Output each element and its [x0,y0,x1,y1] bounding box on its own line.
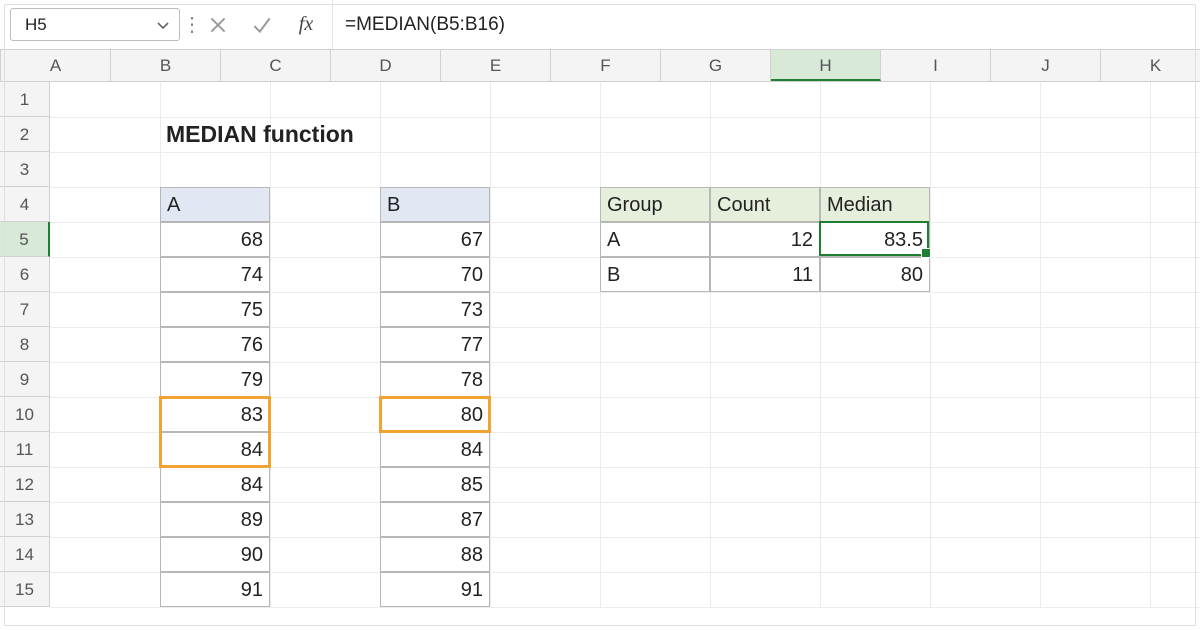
row-header[interactable]: 4 [0,187,50,222]
table-a-cell[interactable]: 84 [160,467,270,502]
table-a-cell[interactable]: 89 [160,502,270,537]
column-header-D[interactable]: D [331,50,441,81]
table-b-cell[interactable]: 88 [380,537,490,572]
table-b-cell[interactable]: 73 [380,292,490,327]
row-header[interactable]: 13 [0,502,50,537]
row-header[interactable]: 12 [0,467,50,502]
row-header[interactable]: 7 [0,292,50,327]
median-highlight [380,397,490,432]
column-headers: ABCDEFGHIJK [0,50,1200,82]
table-a-cell[interactable]: 91 [160,572,270,607]
column-header-H[interactable]: H [771,50,881,81]
row-header[interactable]: 5 [0,222,50,257]
cancel-formula-button[interactable] [196,0,240,49]
spreadsheet-grid: ABCDEFGHIJK 123456789101112131415 MEDIAN… [0,50,1200,630]
summary-group[interactable]: A [600,222,710,257]
name-box-value: H5 [25,15,47,35]
column-header-F[interactable]: F [551,50,661,81]
table-a-header[interactable]: A [160,187,270,222]
table-a-cell[interactable]: 76 [160,327,270,362]
table-a-cell[interactable]: 75 [160,292,270,327]
table-a-cell[interactable]: 79 [160,362,270,397]
table-b-cell[interactable]: 84 [380,432,490,467]
accept-formula-button[interactable] [240,0,284,49]
table-b-cell[interactable]: 78 [380,362,490,397]
row-header[interactable]: 9 [0,362,50,397]
formula-text: =MEDIAN(B5:B16) [345,14,505,36]
row-header[interactable]: 3 [0,152,50,187]
row-header[interactable]: 15 [0,572,50,607]
fx-icon: fx [299,13,313,36]
row-header[interactable]: 1 [0,82,50,117]
table-b-cell[interactable]: 77 [380,327,490,362]
row-header[interactable]: 14 [0,537,50,572]
summary-median[interactable]: 83.5 [820,222,930,257]
table-b-cell[interactable]: 91 [380,572,490,607]
row-headers: 123456789101112131415 [0,82,50,607]
row-header[interactable]: 2 [0,117,50,152]
row-header[interactable]: 11 [0,432,50,467]
row-header[interactable]: 8 [0,327,50,362]
column-header-G[interactable]: G [661,50,771,81]
summary-header-group[interactable]: Group [600,187,710,222]
summary-median[interactable]: 80 [820,257,930,292]
formula-bar-sep: ⋮ [188,0,196,49]
cells-area[interactable]: MEDIAN functionA6874757679838484899091B6… [50,82,1200,607]
table-a-cell[interactable]: 68 [160,222,270,257]
column-header-I[interactable]: I [881,50,991,81]
summary-count[interactable]: 11 [710,257,820,292]
column-header-J[interactable]: J [991,50,1101,81]
table-b-cell[interactable]: 70 [380,257,490,292]
formula-input[interactable]: =MEDIAN(B5:B16) [332,0,1200,49]
column-header-E[interactable]: E [441,50,551,81]
chevron-down-icon[interactable] [157,17,169,33]
page-title[interactable]: MEDIAN function [160,117,490,152]
table-a-cell[interactable]: 74 [160,257,270,292]
summary-count[interactable]: 12 [710,222,820,257]
summary-header-count[interactable]: Count [710,187,820,222]
select-all-corner[interactable] [0,50,1,81]
fx-button[interactable]: fx [284,0,328,49]
table-b-cell[interactable]: 85 [380,467,490,502]
summary-group[interactable]: B [600,257,710,292]
table-b-header[interactable]: B [380,187,490,222]
summary-header-median[interactable]: Median [820,187,930,222]
column-header-A[interactable]: A [1,50,111,81]
table-a-cell[interactable]: 90 [160,537,270,572]
column-header-C[interactable]: C [221,50,331,81]
table-b-cell[interactable]: 87 [380,502,490,537]
median-highlight [160,397,270,467]
formula-bar: H5 ⋮ fx =MEDIAN(B5:B16) [0,0,1200,50]
name-box[interactable]: H5 [10,8,180,41]
table-b-cell[interactable]: 67 [380,222,490,257]
column-header-K[interactable]: K [1101,50,1200,81]
column-header-B[interactable]: B [111,50,221,81]
row-header[interactable]: 10 [0,397,50,432]
row-header[interactable]: 6 [0,257,50,292]
